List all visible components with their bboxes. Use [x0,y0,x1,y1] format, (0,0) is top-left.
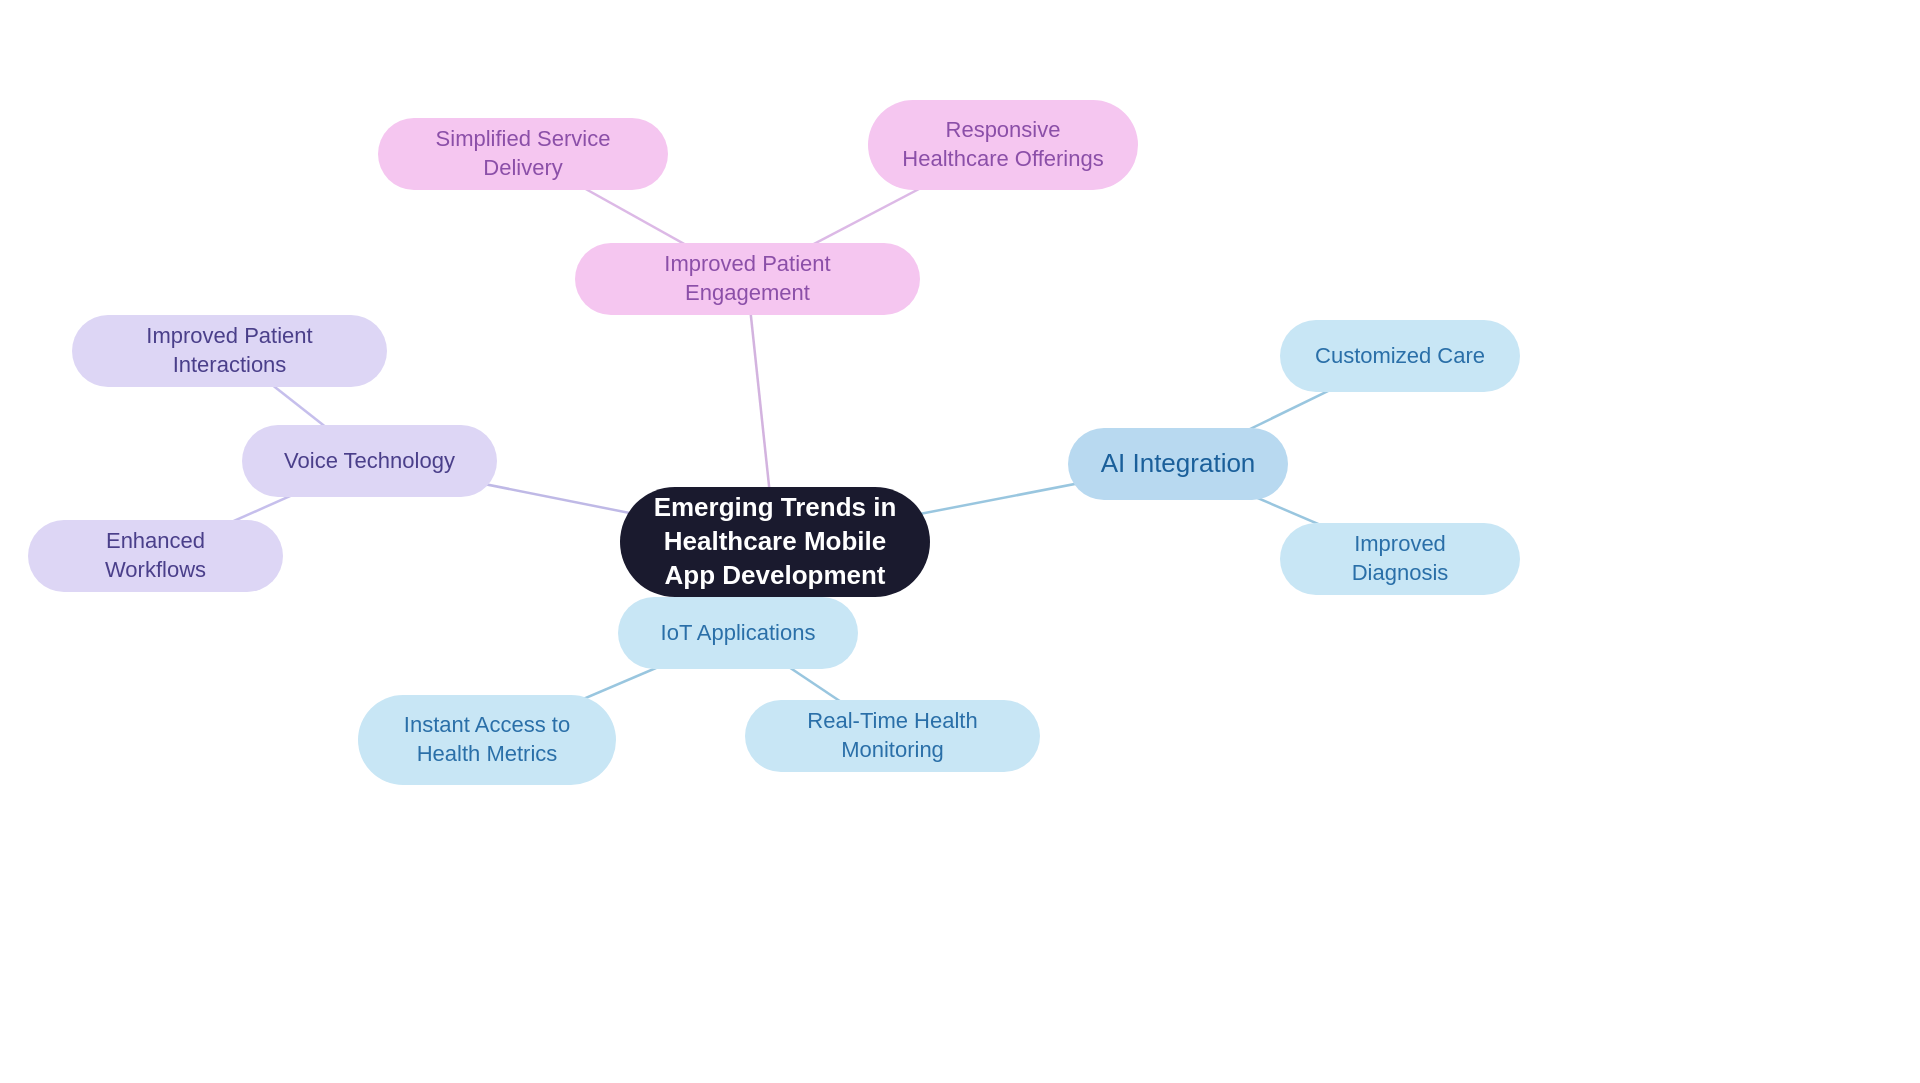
real-time-monitoring-node: Real-Time Health Monitoring [745,700,1040,772]
improved-patient-engagement-node: Improved Patient Engagement [575,243,920,315]
responsive-healthcare-offerings-node: Responsive Healthcare Offerings [868,100,1138,190]
simplified-service-delivery-node: Simplified Service Delivery [378,118,668,190]
iot-applications-node: IoT Applications [618,597,858,669]
voice-technology-label: Voice Technology [284,447,455,476]
responsive-healthcare-offerings-label: Responsive Healthcare Offerings [896,116,1110,173]
iot-applications-label: IoT Applications [661,619,816,648]
improved-patient-interactions-label: Improved Patient Interactions [100,322,359,379]
instant-access-node: Instant Access to Health Metrics [358,695,616,785]
ai-integration-label: AI Integration [1101,447,1256,481]
ai-integration-node: AI Integration [1068,428,1288,500]
voice-technology-node: Voice Technology [242,425,497,497]
instant-access-label: Instant Access to Health Metrics [386,711,588,768]
improved-patient-engagement-label: Improved Patient Engagement [603,250,892,307]
improved-diagnosis-label: Improved Diagnosis [1308,530,1492,587]
enhanced-workflows-label: Enhanced Workflows [56,527,255,584]
enhanced-workflows-node: Enhanced Workflows [28,520,283,592]
improved-patient-interactions-node: Improved Patient Interactions [72,315,387,387]
center-node: Emerging Trends in Healthcare Mobile App… [620,487,930,597]
customized-care-label: Customized Care [1315,342,1485,371]
real-time-monitoring-label: Real-Time Health Monitoring [773,707,1012,764]
customized-care-node: Customized Care [1280,320,1520,392]
improved-diagnosis-node: Improved Diagnosis [1280,523,1520,595]
simplified-service-delivery-label: Simplified Service Delivery [406,125,640,182]
center-label: Emerging Trends in Healthcare Mobile App… [648,491,902,592]
